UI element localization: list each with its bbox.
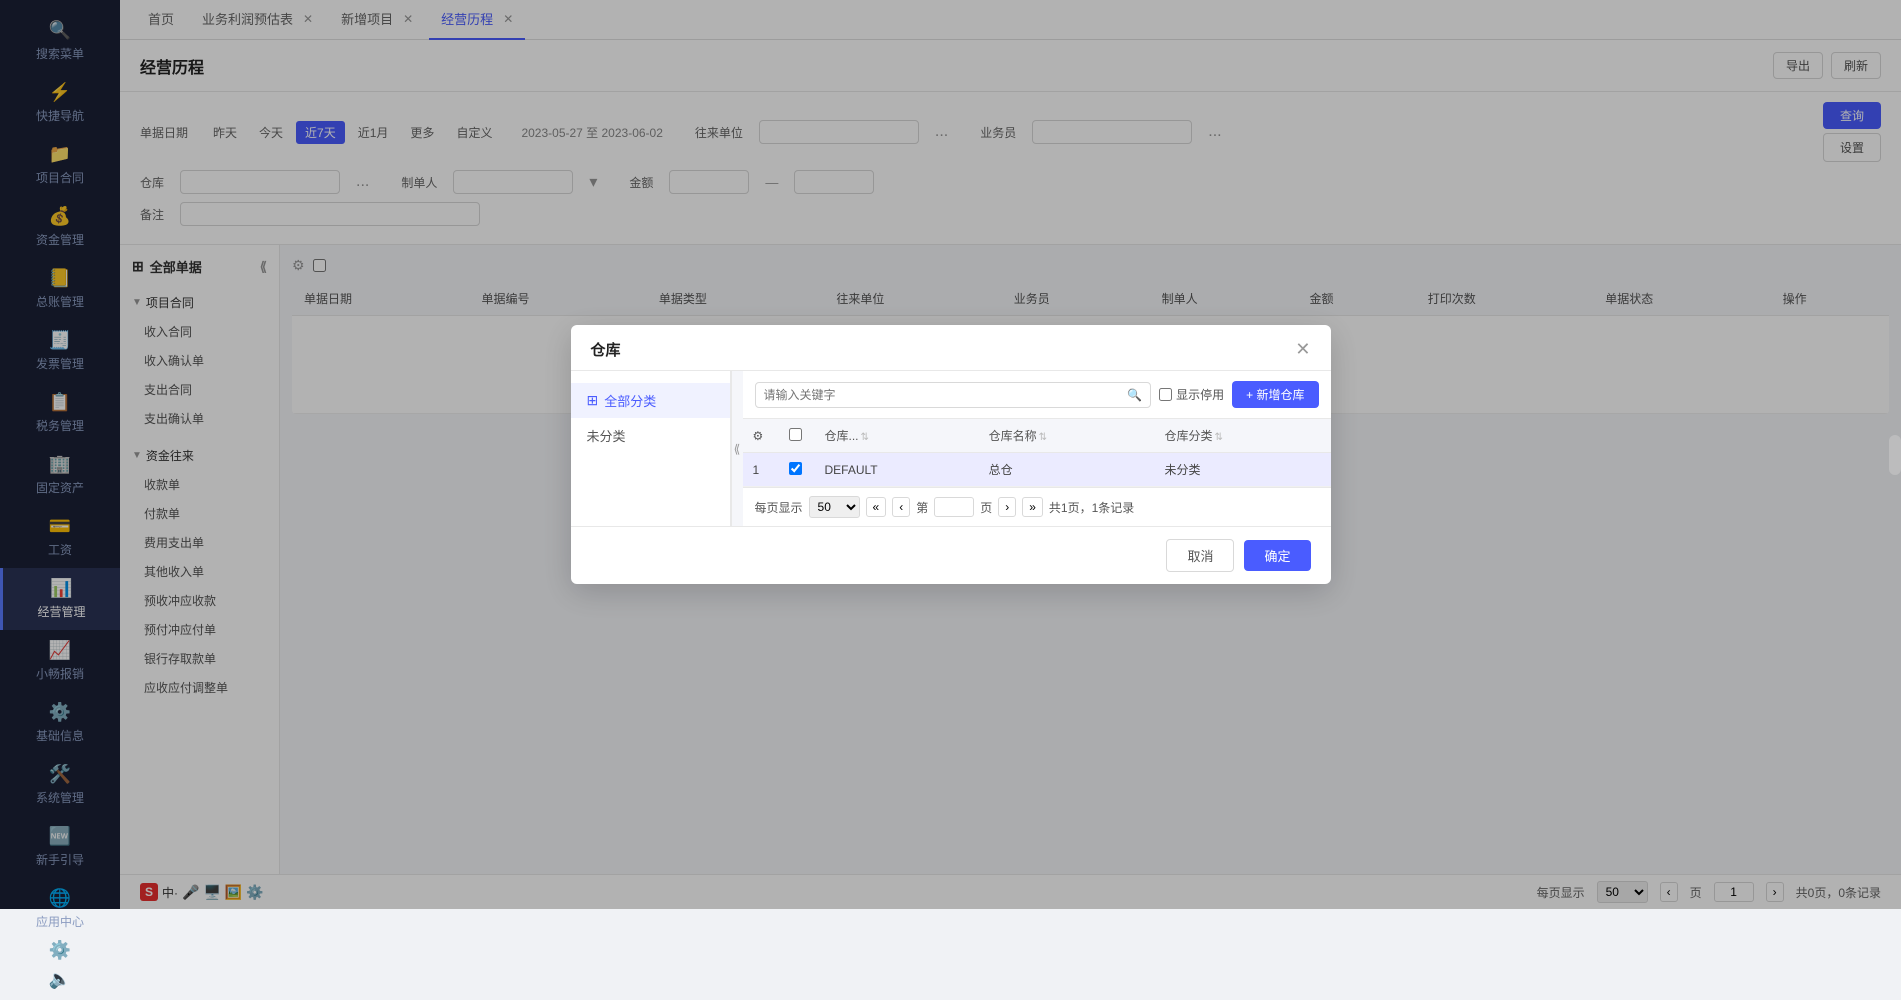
modal-header: 仓库 ✕ [571,325,1331,371]
modal-prev-btn[interactable]: ‹ [892,497,910,517]
modal-col-category: 仓库分类⇅ [1155,419,1331,453]
modal-first-btn[interactable]: « [866,497,887,517]
warehouse-modal: 仓库 ✕ ⊞ 全部分类 未分类 ⟪ [571,325,1331,584]
modal-row-category: 未分类 [1155,453,1331,487]
modal-row-code: DEFAULT [815,453,979,487]
modal-page-size-label: 每页显示 [755,499,803,516]
modal-page-suffix: 页 [980,499,992,516]
modal-overlay: 仓库 ✕ ⊞ 全部分类 未分类 ⟪ [0,0,1901,909]
modal-sidebar-collapse-btn[interactable]: ⟪ [731,371,743,526]
modal-select-all[interactable] [789,428,802,441]
sidebar-item-label: 应用中心 [36,913,84,930]
modal-sidebar-unclassified[interactable]: 未分类 [571,418,730,453]
grid-icon: ⊞ [587,392,599,409]
modal-row-name: 总仓 [979,453,1155,487]
modal-last-btn[interactable]: » [1022,497,1043,517]
modal-sidebar: ⊞ 全部分类 未分类 [571,371,731,526]
modal-page-size-select[interactable]: 50 100 [809,496,860,518]
modal-search-box: 🔍 [755,382,1152,408]
modal-col-settings: ⚙ [743,419,779,453]
confirm-button[interactable]: 确定 [1244,540,1310,571]
show-disabled-checkbox[interactable] [1159,388,1172,401]
modal-page-label: 第 [916,499,928,516]
modal-search-input[interactable] [764,388,1124,402]
modal-col-checkbox [779,419,815,453]
modal-col-code: 仓库...⇅ [815,419,979,453]
modal-search-icon[interactable]: 🔍 [1127,388,1142,402]
show-disabled-label: 显示停用 [1159,386,1224,403]
modal-row-checkbox-cell [779,453,815,487]
modal-table: ⚙ 仓库...⇅ 仓库名称⇅ 仓库分类⇅ [743,419,1331,487]
cancel-button[interactable]: 取消 [1166,539,1234,572]
modal-title: 仓库 [591,339,621,360]
modal-table-container: ⚙ 仓库...⇅ 仓库名称⇅ 仓库分类⇅ [743,419,1331,487]
modal-toolbar: 🔍 显示停用 + 新增仓库 [743,371,1331,419]
modal-next-btn[interactable]: › [998,497,1016,517]
modal-sidebar-unclassified-label: 未分类 [587,429,626,444]
modal-page-input[interactable]: 1 [934,497,974,517]
sidebar-settings-icon[interactable]: ⚙️ [49,940,71,961]
show-disabled-text: 显示停用 [1176,386,1224,403]
modal-sidebar-all[interactable]: ⊞ 全部分类 [571,383,730,418]
modal-row-checkbox[interactable] [789,462,802,475]
add-warehouse-button[interactable]: + 新增仓库 [1232,381,1318,408]
modal-table-row[interactable]: 1 DEFAULT 总仓 未分类 [743,453,1331,487]
modal-main: 🔍 显示停用 + 新增仓库 ⚙ [743,371,1331,526]
sidebar-sound-icon[interactable]: 🔈 [49,969,71,990]
modal-close-button[interactable]: ✕ [1295,339,1310,360]
modal-sidebar-all-label: 全部分类 [604,391,656,410]
modal-body: ⊞ 全部分类 未分类 ⟪ 🔍 [571,371,1331,526]
modal-footer: 取消 确定 [571,526,1331,584]
modal-col-name: 仓库名称⇅ [979,419,1155,453]
modal-row-index: 1 [743,453,779,487]
modal-pagination: 每页显示 50 100 « ‹ 第 1 页 › » 共1页，1条记录 [743,487,1331,526]
modal-total-label: 共1页，1条记录 [1049,499,1134,516]
